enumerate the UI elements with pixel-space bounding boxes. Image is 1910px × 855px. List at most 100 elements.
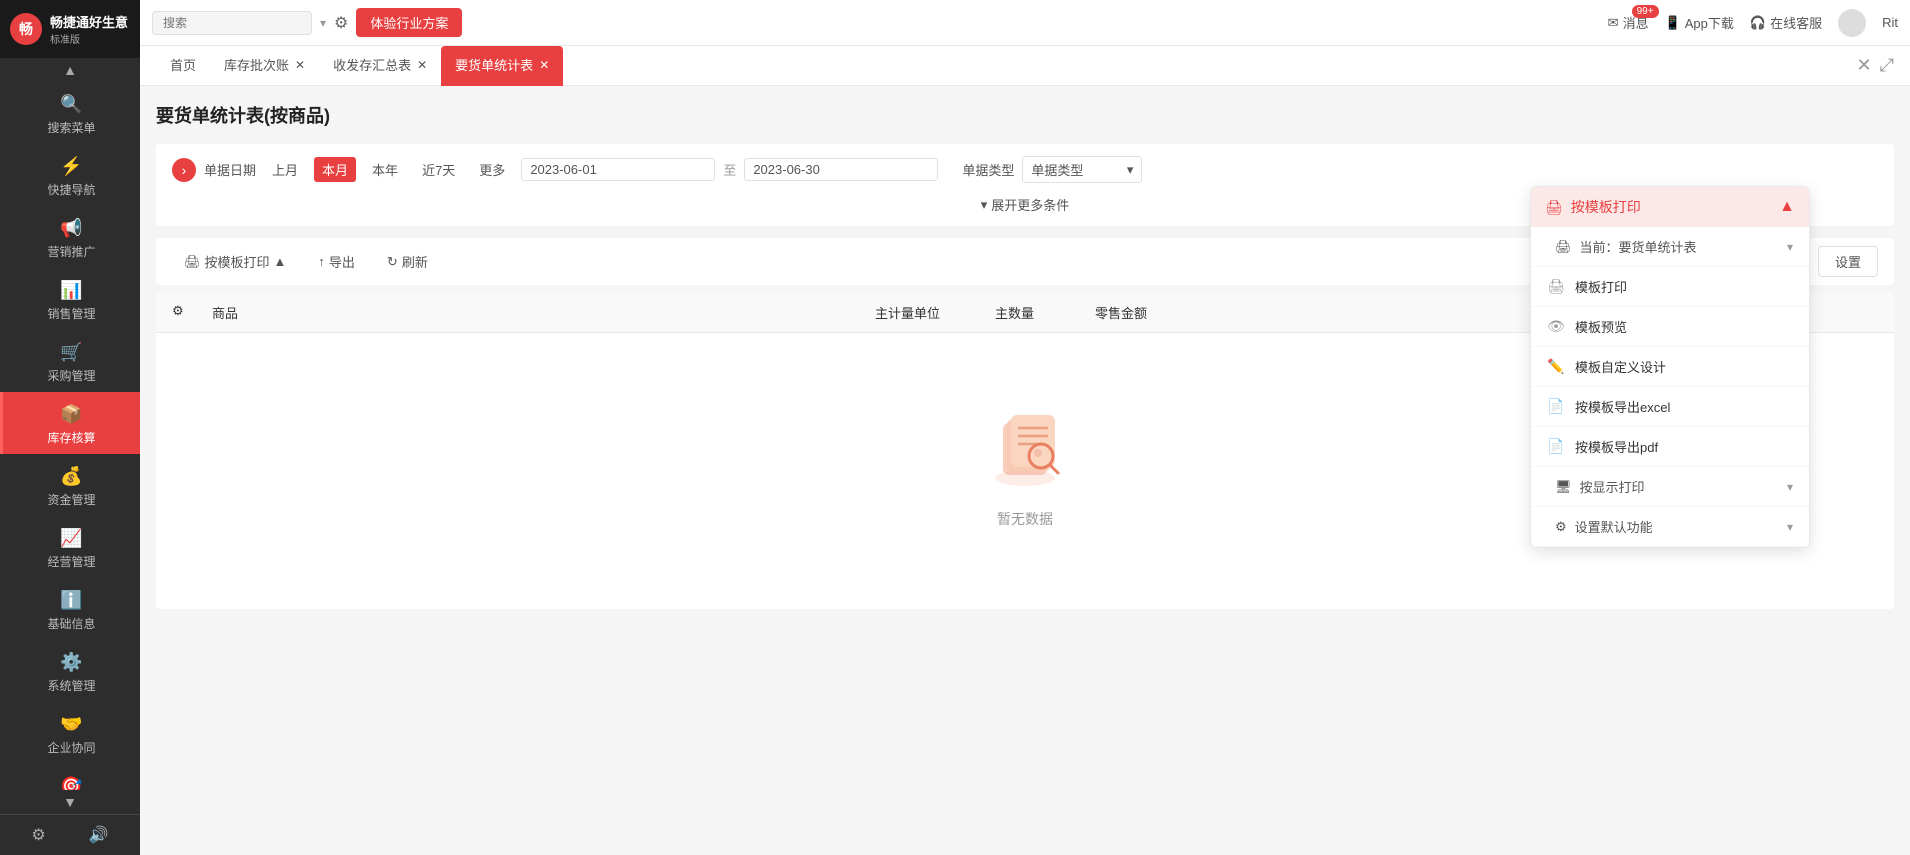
sidebar-item-basic[interactable]: ℹ️ 基础信息 bbox=[0, 578, 140, 640]
dropdown-item-export-pdf[interactable]: 📄 按模板导出pdf bbox=[1531, 427, 1809, 467]
sidebar-scroll-up[interactable]: ▲ bbox=[0, 58, 140, 82]
tab-inventory-batch-close[interactable]: ✕ bbox=[295, 58, 305, 72]
expand-more-label: 展开更多条件 bbox=[991, 195, 1069, 214]
tab-receipt-summary-label: 收发存汇总表 bbox=[333, 55, 411, 74]
app-download-btn[interactable]: 📱 App下载 bbox=[1665, 13, 1734, 32]
sidebar: 畅 畅捷通好生意 标准版 ▲ 🔍 搜索菜单 ⚡ 快捷导航 📢 营销推广 📊 销售… bbox=[0, 0, 140, 855]
sidebar-item-inventory[interactable]: 📦 库存核算 bbox=[0, 392, 140, 454]
system-icon: ⚙️ bbox=[60, 652, 82, 673]
filter-date-end[interactable] bbox=[744, 158, 938, 181]
dropdown-display-print[interactable]: 🖥 按显示打印 ▾ bbox=[1531, 467, 1809, 507]
dropdown-title: 按模板打印 bbox=[1571, 197, 1641, 217]
template-design-label: 模板自定义设计 bbox=[1575, 357, 1666, 376]
dropdown-close-btn[interactable]: ▲ bbox=[1779, 198, 1795, 216]
empty-illustration bbox=[975, 393, 1075, 493]
sidebar-item-system[interactable]: ⚙️ 系统管理 bbox=[0, 640, 140, 702]
sidebar-item-guide[interactable]: 🎯 新手引导 bbox=[0, 764, 140, 790]
sidebar-item-purchase[interactable]: 🛒 采购管理 bbox=[0, 330, 140, 392]
template-design-icon: ✏️ bbox=[1547, 358, 1565, 375]
print-btn[interactable]: 🖨 按模板打印 ▲ bbox=[172, 248, 298, 275]
export-pdf-label: 按模板导出pdf bbox=[1575, 437, 1658, 456]
sidebar-item-collab[interactable]: 🤝 企业协同 bbox=[0, 702, 140, 764]
refresh-icon: ↻ bbox=[387, 254, 398, 270]
filter-date-start[interactable] bbox=[521, 158, 715, 181]
purchase-icon: 🛒 bbox=[60, 342, 82, 363]
col-qty: 主数量 bbox=[995, 303, 1095, 322]
trial-btn[interactable]: 体验行业方案 bbox=[356, 8, 462, 37]
service-icon: 🎧 bbox=[1750, 15, 1766, 31]
col-unit: 主计量单位 bbox=[875, 303, 995, 322]
refresh-btn[interactable]: ↻ 刷新 bbox=[375, 248, 440, 275]
export-icon: ↑ bbox=[318, 254, 325, 269]
search-chevron-icon[interactable]: ▾ bbox=[320, 16, 326, 30]
expand-more-icon: ▾ bbox=[981, 197, 988, 213]
set-default-icon: ⚙ bbox=[1555, 519, 1567, 535]
username-label[interactable]: Rit bbox=[1882, 15, 1898, 30]
filter-expand-btn[interactable]: › bbox=[172, 158, 196, 182]
sidebar-scroll-down[interactable]: ▼ bbox=[0, 790, 140, 814]
export-pdf-icon: 📄 bbox=[1547, 438, 1565, 455]
display-print-chevron: ▾ bbox=[1787, 480, 1793, 494]
dropdown-item-template-print[interactable]: 🖨 模板打印 bbox=[1531, 267, 1809, 307]
col-retail: 零售金额 bbox=[1095, 303, 1215, 322]
sidebar-nav: 🔍 搜索菜单 ⚡ 快捷导航 📢 营销推广 📊 销售管理 🛒 采购管理 📦 库存核… bbox=[0, 82, 140, 790]
message-btn[interactable]: ✉ 消息 99+ bbox=[1608, 13, 1649, 32]
sidebar-item-search[interactable]: 🔍 搜索菜单 bbox=[0, 82, 140, 144]
topbar-gear-icon[interactable]: ⚙ bbox=[334, 13, 348, 33]
search-input[interactable] bbox=[152, 11, 312, 35]
tabs-close-all-btn[interactable]: ✕ bbox=[1857, 55, 1872, 76]
tabs-expand-btn[interactable]: ⤢ bbox=[1880, 55, 1894, 76]
filter-date-curr-year[interactable]: 本年 bbox=[364, 157, 406, 182]
speaker-footer-icon[interactable]: 🔊 bbox=[89, 825, 109, 845]
quick-nav-icon: ⚡ bbox=[60, 156, 82, 177]
template-print-label: 模板打印 bbox=[1575, 277, 1627, 296]
sidebar-item-label: 采购管理 bbox=[47, 367, 95, 384]
filter-type-select[interactable]: 单据类型 ▾ bbox=[1022, 156, 1142, 183]
refresh-label: 刷新 bbox=[402, 252, 428, 271]
dropdown-current-item[interactable]: 🖨 当前：要货单统计表 ▾ bbox=[1531, 227, 1809, 267]
sidebar-item-label: 营销推广 bbox=[47, 243, 95, 260]
sidebar-item-finance[interactable]: 💰 资金管理 bbox=[0, 454, 140, 516]
col-settings[interactable]: ⚙ bbox=[172, 303, 212, 322]
guide-icon: 🎯 bbox=[60, 776, 82, 790]
tab-receipt-summary[interactable]: 收发存汇总表 ✕ bbox=[319, 46, 441, 86]
tabs-right: ✕ ⤢ bbox=[1857, 55, 1895, 76]
filter-date-prev-month[interactable]: 上月 bbox=[264, 157, 306, 182]
sidebar-footer: ⚙ 🔊 bbox=[0, 814, 140, 855]
filter-date-more[interactable]: 更多 bbox=[471, 157, 513, 182]
settings-btn[interactable]: 设置 bbox=[1818, 246, 1878, 277]
dropdown-current-icon: 🖨 bbox=[1555, 239, 1572, 255]
dropdown-current-chevron: ▾ bbox=[1787, 240, 1793, 254]
dropdown-set-default[interactable]: ⚙ 设置默认功能 ▾ bbox=[1531, 507, 1809, 547]
tab-order-stats[interactable]: 要货单统计表 ✕ bbox=[441, 46, 563, 86]
sidebar-item-quick-nav[interactable]: ⚡ 快捷导航 bbox=[0, 144, 140, 206]
print-chevron-icon: ▲ bbox=[274, 254, 287, 269]
sidebar-item-marketing[interactable]: 📢 营销推广 bbox=[0, 206, 140, 268]
sidebar-item-operations[interactable]: 📈 经营管理 bbox=[0, 516, 140, 578]
col-product: 商品 bbox=[212, 303, 875, 322]
expand-more-btn[interactable]: ▾ 展开更多条件 bbox=[981, 195, 1070, 214]
dropdown-item-export-excel[interactable]: 📄 按模板导出excel bbox=[1531, 387, 1809, 427]
filter-date-7days[interactable]: 近7天 bbox=[414, 157, 463, 182]
display-print-icon: 🖥 bbox=[1555, 479, 1572, 495]
sidebar-item-label: 库存核算 bbox=[47, 429, 95, 446]
tab-receipt-summary-close[interactable]: ✕ bbox=[417, 58, 427, 72]
tab-order-stats-close[interactable]: ✕ bbox=[539, 58, 549, 72]
app-download-icon: 📱 bbox=[1665, 15, 1681, 31]
dropdown-item-template-design[interactable]: ✏️ 模板自定义设计 bbox=[1531, 347, 1809, 387]
filter-date-curr-month[interactable]: 本月 bbox=[314, 157, 356, 182]
sidebar-item-label: 搜索菜单 bbox=[47, 119, 95, 136]
service-btn[interactable]: 🎧 在线客服 bbox=[1750, 13, 1822, 32]
finance-icon: 💰 bbox=[60, 466, 82, 487]
tab-home[interactable]: 首页 bbox=[156, 46, 210, 86]
avatar[interactable] bbox=[1838, 9, 1866, 37]
tab-inventory-batch[interactable]: 库存批次账 ✕ bbox=[210, 46, 319, 86]
dropdown-item-template-preview[interactable]: 👁 模板预览 bbox=[1531, 307, 1809, 347]
export-btn[interactable]: ↑ 导出 bbox=[306, 248, 367, 275]
sidebar-item-sales[interactable]: 📊 销售管理 bbox=[0, 268, 140, 330]
dropdown-header[interactable]: 🖨 按模板打印 ▲ bbox=[1531, 187, 1809, 227]
settings-footer-icon[interactable]: ⚙ bbox=[31, 825, 45, 845]
dropdown-panel: 🖨 按模板打印 ▲ 🖨 当前：要货单统计表 ▾ 🖨 模板打印 👁 模板预览 bbox=[1530, 186, 1810, 548]
sales-icon: 📊 bbox=[60, 280, 82, 301]
service-label: 在线客服 bbox=[1770, 13, 1822, 32]
